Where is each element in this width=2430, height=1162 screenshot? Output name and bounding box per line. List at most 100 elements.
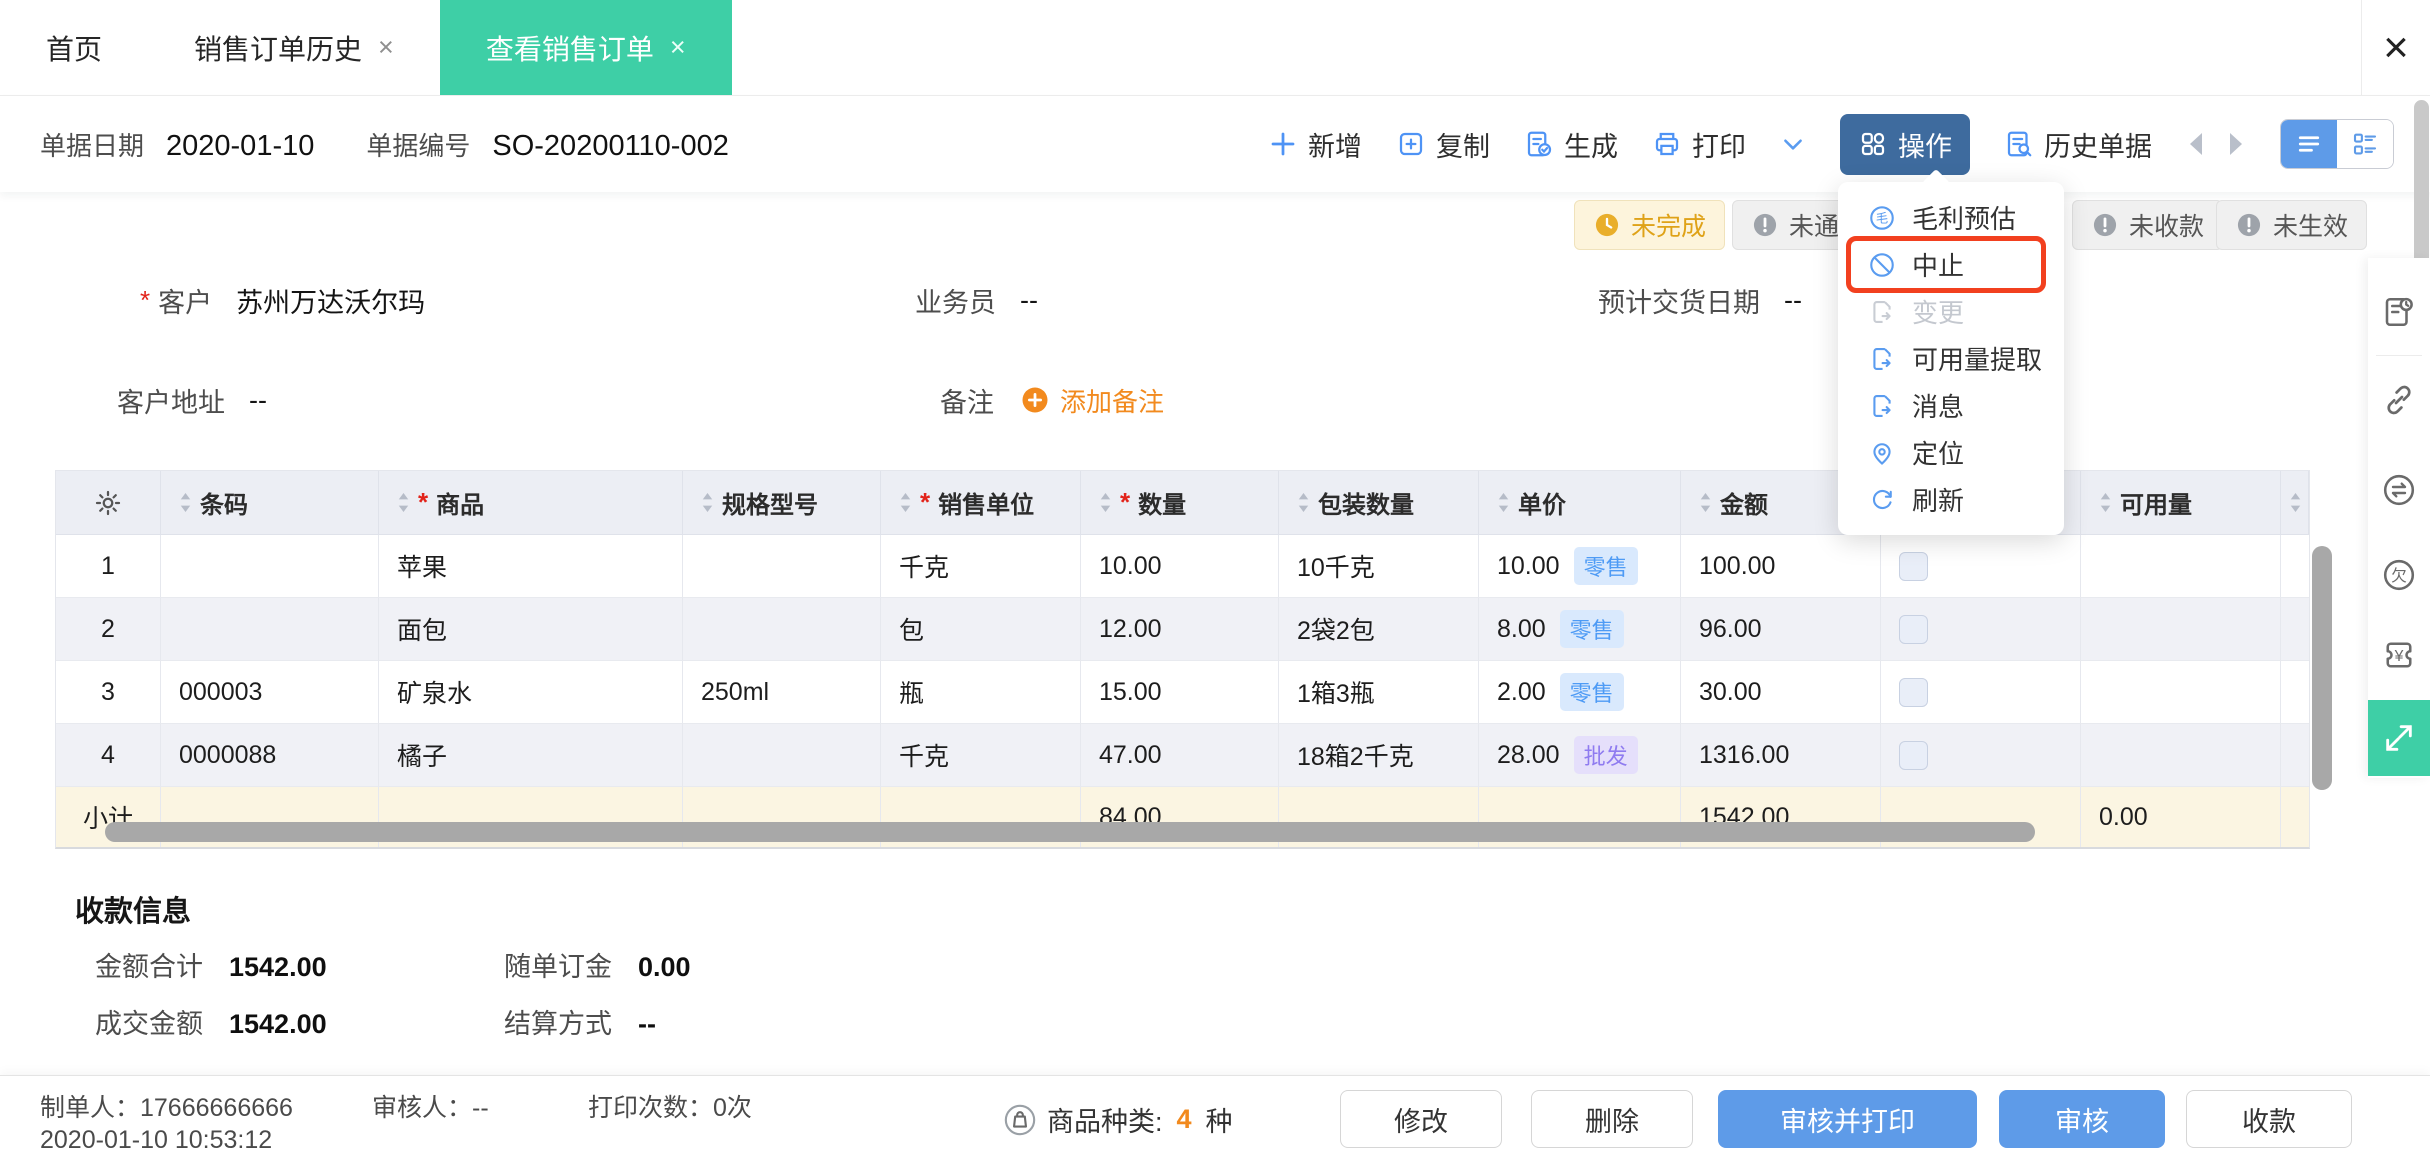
money-voucher-icon[interactable]: ¥	[2381, 637, 2417, 673]
history-docs-button[interactable]: 历史单据	[2004, 125, 2152, 164]
copy-button[interactable]: 复制	[1396, 125, 1490, 164]
sales-order-view-screen: 首页 销售订单历史 × 查看销售订单 × × 单据日期 2020-01-10 单…	[0, 0, 2430, 1162]
detail-view-toggle[interactable]	[2337, 120, 2393, 168]
window-close-button[interactable]: ×	[2361, 0, 2430, 95]
toolbar: 单据日期 2020-01-10 单据编号 SO-20200110-002 新增 …	[0, 96, 2430, 192]
receive-payment-button[interactable]: 收款	[2186, 1090, 2352, 1148]
cell-qty: 47.00	[1081, 724, 1279, 787]
list-view-icon	[2298, 136, 2320, 152]
table-row[interactable]: 4 0000088 橘子 千克 47.00 18箱2千克 28.00 批发 131…	[56, 724, 2309, 787]
audit-button[interactable]: 审核	[1999, 1090, 2165, 1148]
print-button[interactable]: 打印	[1652, 125, 1746, 164]
operate-button[interactable]: 操作	[1840, 113, 1970, 175]
menu-item-profit-estimate[interactable]: 毛 毛利预估	[1838, 194, 2064, 241]
exclamation-icon	[2093, 213, 2117, 237]
payment-section-title: 收款信息	[75, 896, 192, 928]
exchange-circle-icon[interactable]	[2381, 472, 2417, 508]
cell-barcode: 000003	[161, 661, 379, 724]
cell-available	[2081, 661, 2281, 724]
cell-product: 苹果	[379, 535, 683, 598]
cell-amount: 96.00	[1681, 598, 1881, 661]
generate-button[interactable]: 生成	[1524, 125, 1618, 164]
doc-date-field: 单据日期 2020-01-10	[40, 126, 314, 163]
menu-item-change[interactable]: 变更	[1838, 288, 2064, 335]
column-settings-button[interactable]	[56, 471, 161, 535]
plus-icon	[1271, 132, 1295, 156]
status-badge-not-effective: 未生效	[2216, 200, 2368, 250]
tab-order-history[interactable]: 销售订单历史 ×	[148, 0, 440, 95]
auditor-info: 审核人：--	[372, 1094, 489, 1122]
audit-and-print-button[interactable]: 审核并打印	[1718, 1090, 1977, 1148]
cell-unit: 瓶	[881, 661, 1081, 724]
add-note-button[interactable]: 添加备注	[1020, 382, 1164, 419]
cell-available	[2081, 598, 2281, 661]
prev-record-icon[interactable]	[2186, 131, 2206, 157]
link-icon[interactable]	[2381, 382, 2417, 418]
cell-checkbox	[1881, 661, 2081, 724]
tab-view-sales-order[interactable]: 查看销售订单 ×	[439, 0, 732, 95]
delivery-date-label: 预计交货日期	[1598, 287, 1760, 318]
close-tab-icon[interactable]: ×	[670, 32, 686, 63]
footer-bar: 制单人：17666666666 2020-01-10 10:53:12 审核人：…	[0, 1075, 2430, 1162]
tab-home[interactable]: 首页	[0, 0, 148, 95]
doc-date-value: 2020-01-10	[166, 129, 315, 162]
expand-panel-button[interactable]	[2368, 700, 2430, 776]
menu-item-abort[interactable]: 中止	[1838, 241, 2064, 288]
row-checkbox[interactable]	[1899, 614, 1928, 644]
row-checkbox[interactable]	[1899, 551, 1928, 581]
next-record-icon[interactable]	[2226, 131, 2246, 157]
table-row[interactable]: 1 苹果 千克 10.00 10千克 10.00 零售 100.00	[56, 535, 2309, 598]
cell-overflow	[2281, 598, 2309, 661]
sort-icon	[900, 493, 911, 512]
menu-item-available-extract[interactable]: 可用量提取	[1838, 335, 2064, 382]
debt-circle-icon[interactable]: 欠	[2381, 557, 2417, 593]
list-view-toggle[interactable]	[2281, 120, 2337, 168]
cell-checkbox	[1881, 724, 2081, 787]
modify-button[interactable]: 修改	[1340, 1090, 1502, 1148]
menu-item-locate[interactable]: 定位	[1838, 429, 2064, 476]
header-price[interactable]: 单价	[1479, 471, 1681, 535]
new-button[interactable]: 新增	[1268, 125, 1362, 164]
delivery-date-field: 预计交货日期 --	[1598, 280, 1802, 320]
order-deposit-field: 随单订金 0.00	[504, 952, 691, 982]
prohibit-icon	[1870, 252, 1894, 277]
close-icon: ×	[2383, 22, 2409, 72]
row-checkbox[interactable]	[1899, 677, 1928, 707]
table-vertical-scrollbar-thumb[interactable]	[2312, 546, 2332, 790]
salesman-field: 业务员 --	[915, 280, 1038, 320]
row-checkbox[interactable]	[1899, 740, 1928, 770]
table-row[interactable]: 2 面包 包 12.00 2袋2包 8.00 零售 96.00	[56, 598, 2309, 661]
delete-button[interactable]: 删除	[1531, 1090, 1693, 1148]
maker-time: 2020-01-10 10:53:12	[40, 1126, 273, 1154]
toolbar-actions: 新增 复制 生成 打印 操作 历史单据	[1268, 113, 2394, 175]
header-overflow-column[interactable]	[2281, 471, 2309, 535]
horizontal-scrollbar-thumb[interactable]	[105, 822, 2035, 842]
close-tab-icon[interactable]: ×	[378, 32, 394, 63]
svg-text:欠: 欠	[2391, 567, 2407, 585]
menu-item-refresh[interactable]: 刷新	[1838, 476, 2064, 523]
page-scrollbar-thumb[interactable]	[2414, 100, 2429, 268]
cell-overflow	[2281, 661, 2309, 724]
header-unit[interactable]: * 销售单位	[881, 471, 1081, 535]
rail-divider	[2376, 355, 2422, 356]
cell-qty: 12.00	[1081, 598, 1279, 661]
header-barcode[interactable]: 条码	[161, 471, 379, 535]
doc-date-label: 单据日期	[40, 130, 145, 161]
price-type-tag: 零售	[1559, 610, 1624, 648]
header-product[interactable]: * 商品	[379, 471, 683, 535]
table-row[interactable]: 3 000003 矿泉水 250ml 瓶 15.00 1箱3瓶 2.00 零售 3…	[56, 661, 2309, 724]
menu-item-message[interactable]: 消息	[1838, 382, 2064, 429]
cell-amount: 100.00	[1681, 535, 1881, 598]
header-pkg-qty[interactable]: 包装数量	[1279, 471, 1479, 535]
cell-checkbox	[1881, 535, 2081, 598]
cell-amount: 1316.00	[1681, 724, 1881, 787]
note-field: 备注 添加备注	[940, 380, 1164, 420]
maker-info: 制单人：17666666666	[40, 1094, 293, 1122]
header-qty[interactable]: * 数量	[1081, 471, 1279, 535]
doc-log-icon[interactable]	[2381, 294, 2417, 330]
product-category-summary: 商品种类: 4 种	[1003, 1076, 1233, 1162]
header-available[interactable]: 可用量	[2081, 471, 2281, 535]
header-spec[interactable]: 规格型号	[683, 471, 881, 535]
print-dropdown-chevron[interactable]	[1780, 131, 1806, 157]
cell-spec: 250ml	[683, 661, 881, 724]
